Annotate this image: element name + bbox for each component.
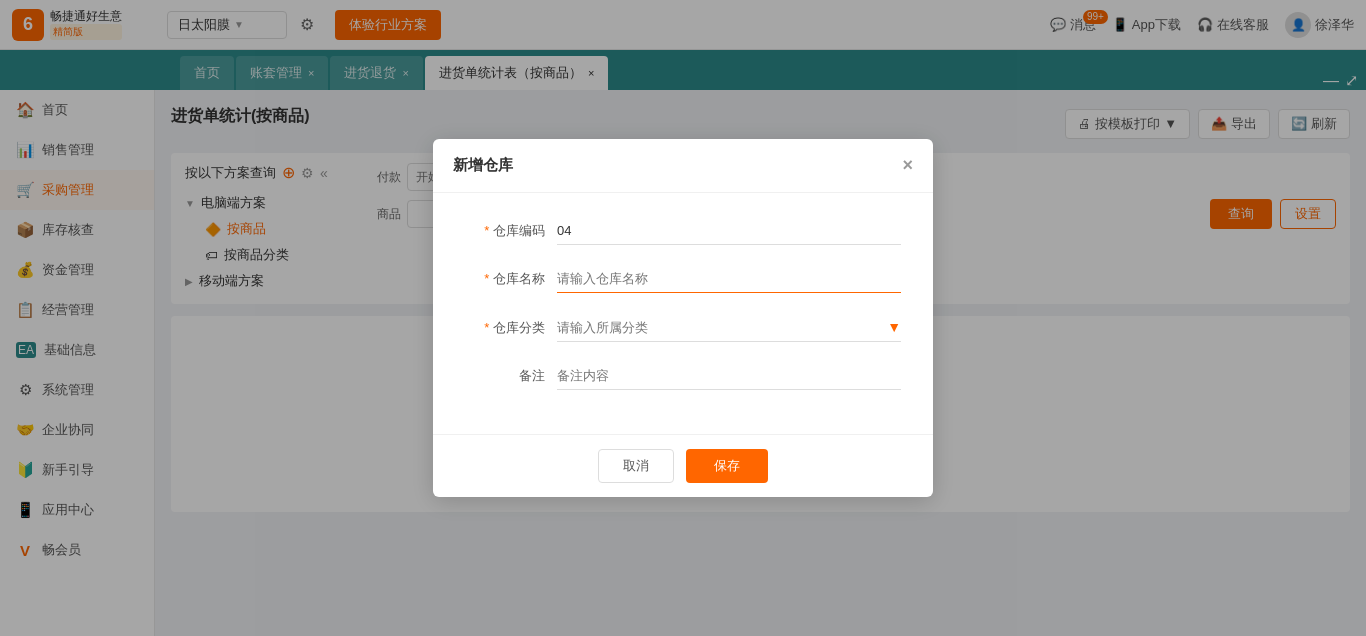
modal-overlay[interactable]: 新增仓库 × 仓库编码 仓库名称 仓库分类 ▼: [0, 0, 1366, 636]
category-select-wrap[interactable]: ▼: [557, 313, 901, 342]
modal-footer: 取消 保存: [433, 434, 933, 497]
form-row-code: 仓库编码: [465, 217, 901, 245]
remark-input[interactable]: [557, 362, 901, 390]
cancel-button[interactable]: 取消: [598, 449, 674, 483]
category-arrow-icon: ▼: [887, 319, 901, 335]
form-row-remark: 备注: [465, 362, 901, 390]
modal-close-btn[interactable]: ×: [902, 155, 913, 176]
category-label: 仓库分类: [465, 319, 545, 337]
name-label: 仓库名称: [465, 270, 545, 288]
code-input[interactable]: [557, 217, 901, 245]
modal-header: 新增仓库 ×: [433, 139, 933, 193]
category-input[interactable]: [557, 320, 887, 335]
name-input[interactable]: [557, 265, 901, 293]
remark-label: 备注: [465, 367, 545, 385]
modal-title: 新增仓库: [453, 156, 513, 175]
modal-body: 仓库编码 仓库名称 仓库分类 ▼ 备注: [433, 193, 933, 434]
code-label: 仓库编码: [465, 222, 545, 240]
form-row-name: 仓库名称: [465, 265, 901, 293]
new-warehouse-modal: 新增仓库 × 仓库编码 仓库名称 仓库分类 ▼: [433, 139, 933, 497]
form-row-category: 仓库分类 ▼: [465, 313, 901, 342]
save-button[interactable]: 保存: [686, 449, 768, 483]
